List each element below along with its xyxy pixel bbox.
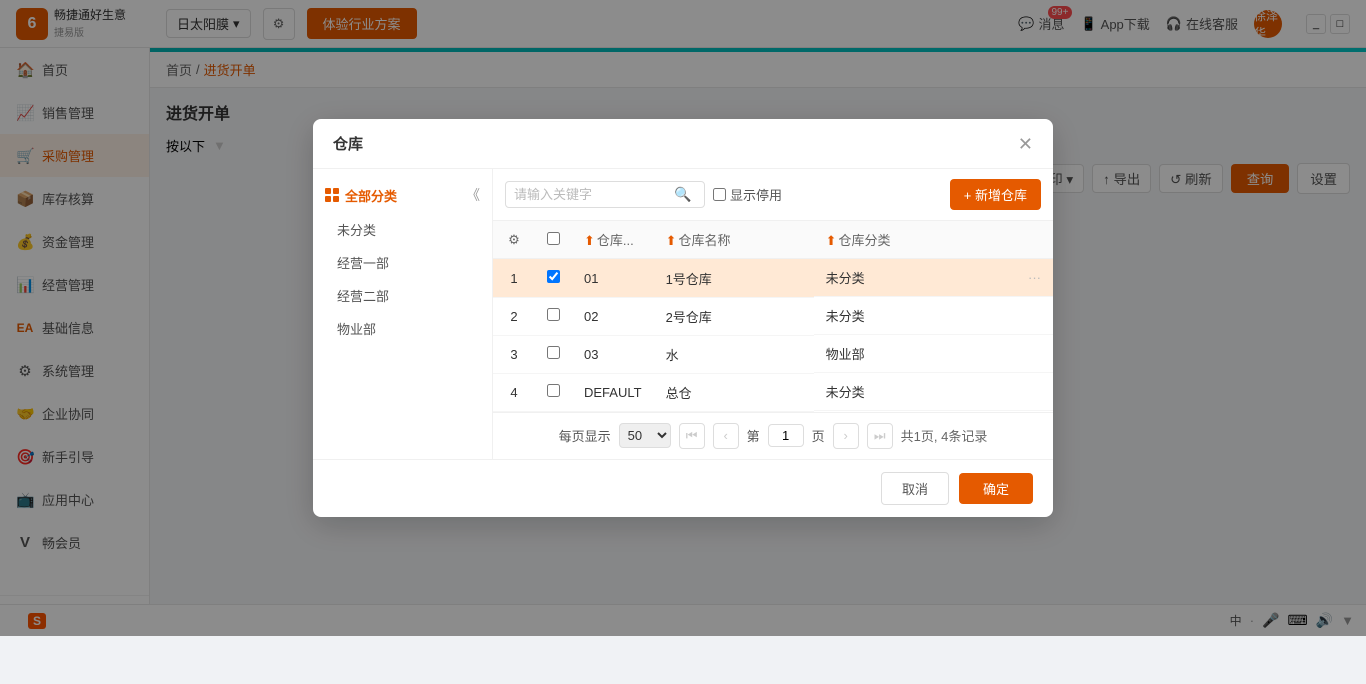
modal-title: 仓库 bbox=[333, 133, 363, 154]
col-code[interactable]: ⬆仓库... bbox=[572, 221, 654, 259]
table-row[interactable]: 1 01 1号仓库 未分类 ··· bbox=[493, 259, 1053, 298]
row-index: 2 bbox=[493, 297, 535, 335]
tree-item-dept2[interactable]: 经营二部 bbox=[313, 279, 492, 312]
row-code: DEFAULT bbox=[572, 373, 654, 411]
table-toolbar: 🔍 显示停用 + 新增仓库 bbox=[493, 169, 1053, 221]
prev-page-button[interactable]: ‹ bbox=[713, 423, 739, 449]
warehouse-modal: 仓库 ✕ 全部分类 《 未分类 经营一部 经营二部 物业部 bbox=[313, 119, 1053, 517]
row-index: 3 bbox=[493, 335, 535, 373]
collapse-icon[interactable]: 《 bbox=[466, 185, 480, 205]
total-info: 共1页, 4条记录 bbox=[901, 426, 988, 445]
search-icon[interactable]: 🔍 bbox=[674, 186, 691, 203]
row-category: 未分类 bbox=[826, 306, 865, 325]
confirm-button[interactable]: 确定 bbox=[959, 473, 1033, 504]
modal-footer: 取消 确定 bbox=[313, 459, 1053, 517]
row-category: 未分类 bbox=[826, 382, 865, 401]
table-row[interactable]: 3 03 水 物业部 bbox=[493, 335, 1053, 373]
next-page-button[interactable]: › bbox=[833, 423, 859, 449]
row-name: 2号仓库 bbox=[654, 297, 814, 335]
add-warehouse-button[interactable]: + 新增仓库 bbox=[950, 179, 1041, 210]
data-table: ⚙ ⬆仓库... ⬆仓库名称 ⬆仓库分类 1 01 1号仓库 bbox=[493, 221, 1053, 412]
row-actions[interactable]: ··· bbox=[1028, 270, 1041, 285]
row-name: 1号仓库 bbox=[654, 259, 814, 298]
modal-body: 全部分类 《 未分类 经营一部 经营二部 物业部 🔍 bbox=[313, 169, 1053, 459]
row-name: 总仓 bbox=[654, 373, 814, 411]
col-name[interactable]: ⬆仓库名称 bbox=[654, 221, 814, 259]
category-tree: 全部分类 《 未分类 经营一部 经营二部 物业部 bbox=[313, 169, 493, 459]
row-category: 未分类 bbox=[826, 268, 865, 287]
select-all-checkbox[interactable] bbox=[547, 232, 560, 245]
page-label-pre: 第 bbox=[747, 426, 760, 445]
grid-icon bbox=[325, 188, 339, 202]
per-page-select[interactable]: 50 100 200 bbox=[619, 423, 671, 448]
modal-close-button[interactable]: ✕ bbox=[1018, 135, 1033, 153]
row-checkbox[interactable] bbox=[547, 346, 560, 359]
row-code: 02 bbox=[572, 297, 654, 335]
col-category[interactable]: ⬆仓库分类 bbox=[814, 221, 1053, 259]
tree-item-unclassified[interactable]: 未分类 bbox=[313, 213, 492, 246]
row-index: 4 bbox=[493, 373, 535, 411]
row-checkbox[interactable] bbox=[547, 384, 560, 397]
warehouse-table: ⚙ ⬆仓库... ⬆仓库名称 ⬆仓库分类 1 01 1号仓库 bbox=[493, 221, 1053, 412]
row-code: 01 bbox=[572, 259, 654, 298]
show-disabled-checkbox[interactable] bbox=[713, 188, 726, 201]
all-category-label: 全部分类 bbox=[345, 186, 397, 205]
modal-overlay[interactable]: 仓库 ✕ 全部分类 《 未分类 经营一部 经营二部 物业部 bbox=[0, 0, 1366, 636]
row-index: 1 bbox=[493, 259, 535, 298]
row-category: 物业部 bbox=[826, 344, 865, 363]
row-name: 水 bbox=[654, 335, 814, 373]
per-page-label: 每页显示 bbox=[559, 426, 611, 445]
table-row[interactable]: 4 DEFAULT 总仓 未分类 bbox=[493, 373, 1053, 411]
tree-item-dept1[interactable]: 经营一部 bbox=[313, 246, 492, 279]
page-label: 页 bbox=[812, 426, 825, 445]
row-code: 03 bbox=[572, 335, 654, 373]
search-wrap: 🔍 bbox=[505, 181, 705, 208]
last-page-button[interactable]: ⏭ bbox=[867, 423, 893, 449]
cancel-button[interactable]: 取消 bbox=[881, 472, 949, 505]
row-checkbox[interactable] bbox=[547, 308, 560, 321]
search-input[interactable] bbox=[514, 187, 674, 202]
page-number-input[interactable] bbox=[768, 424, 804, 447]
col-checkbox bbox=[535, 221, 572, 259]
col-gear: ⚙ bbox=[493, 221, 535, 259]
table-panel: 🔍 显示停用 + 新增仓库 ⚙ bbox=[493, 169, 1053, 459]
modal-header: 仓库 ✕ bbox=[313, 119, 1053, 169]
show-disabled-label: 显示停用 bbox=[713, 185, 782, 204]
tree-item-property[interactable]: 物业部 bbox=[313, 312, 492, 345]
tree-all-category[interactable]: 全部分类 《 bbox=[313, 177, 492, 213]
table-header-row: ⚙ ⬆仓库... ⬆仓库名称 ⬆仓库分类 bbox=[493, 221, 1053, 259]
first-page-button[interactable]: ⏮ bbox=[679, 423, 705, 449]
table-row[interactable]: 2 02 2号仓库 未分类 bbox=[493, 297, 1053, 335]
row-checkbox[interactable] bbox=[547, 270, 560, 283]
pagination-bar: 每页显示 50 100 200 ⏮ ‹ 第 页 › ⏭ 共1页, 4条记录 bbox=[493, 412, 1053, 459]
